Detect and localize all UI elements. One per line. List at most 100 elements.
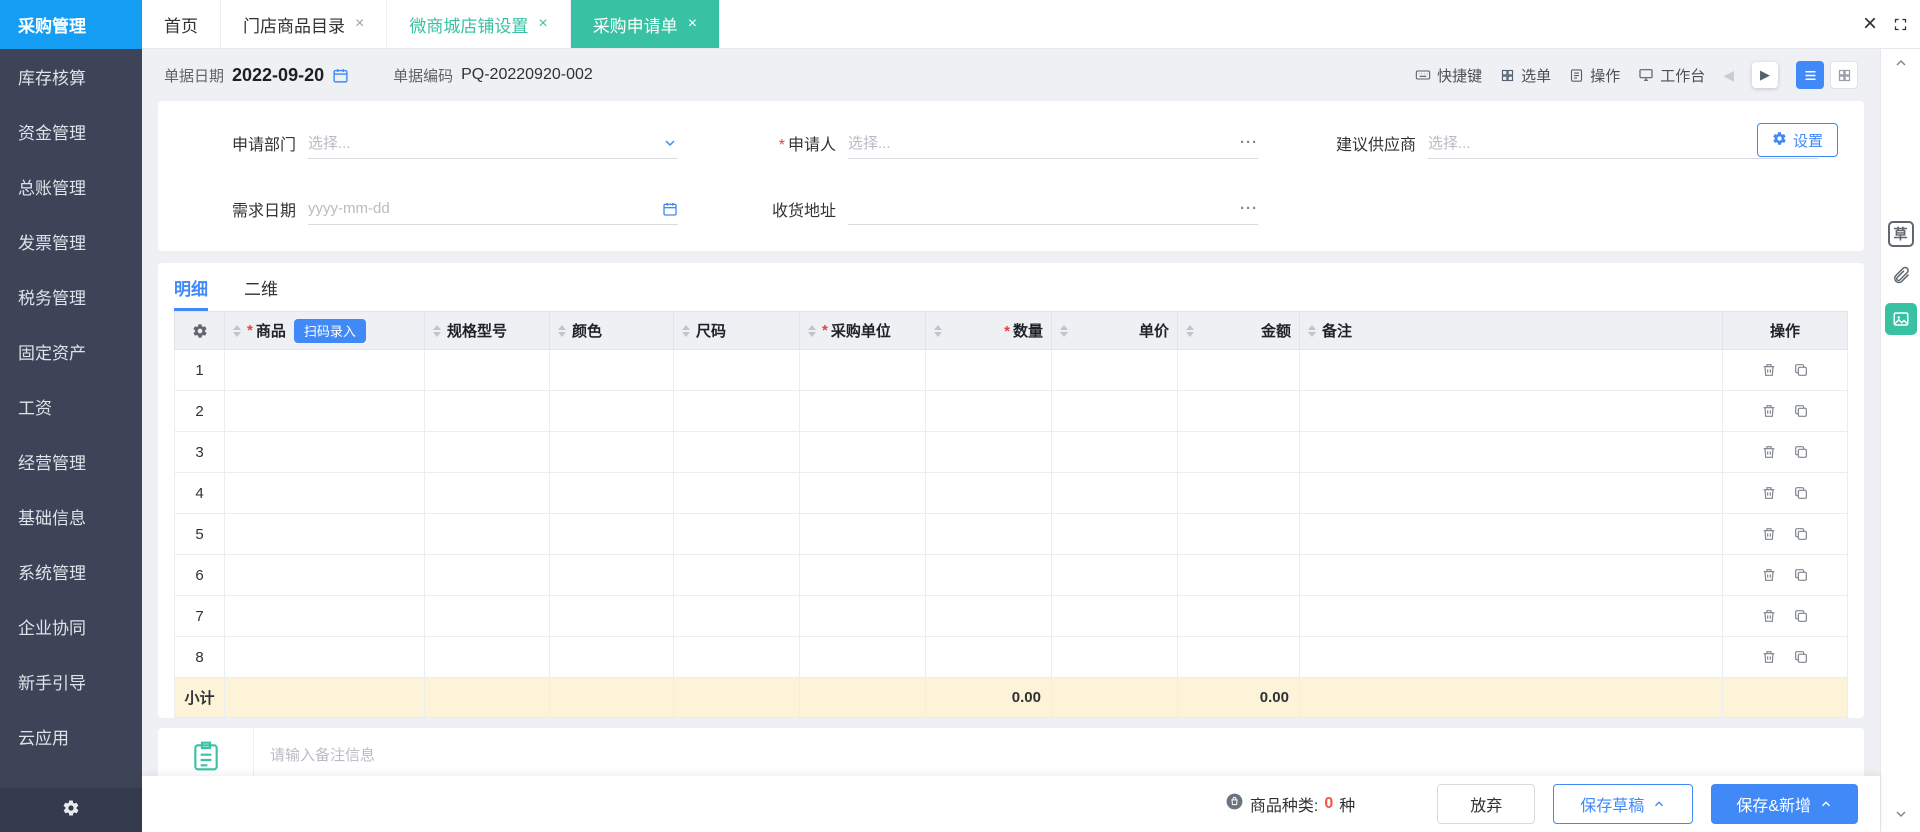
cell-amount[interactable]: [1177, 554, 1300, 596]
tab-matrix[interactable]: 二维: [244, 267, 278, 311]
page-tab[interactable]: 首页: [142, 0, 221, 48]
page-tab[interactable]: 采购申请单 ×: [570, 0, 721, 48]
cell-unit[interactable]: [799, 472, 926, 514]
delete-row-icon[interactable]: [1761, 362, 1777, 378]
tab-close-icon[interactable]: ×: [355, 15, 364, 33]
delete-row-icon[interactable]: [1761, 567, 1777, 583]
ellipsis-picker-icon[interactable]: ···: [1240, 134, 1258, 151]
sidebar-item[interactable]: 云应用: [0, 709, 142, 764]
scroll-down-icon[interactable]: [1893, 806, 1909, 822]
delete-row-icon[interactable]: [1761, 649, 1777, 665]
calendar-icon[interactable]: [332, 67, 349, 84]
cell-remark[interactable]: [1299, 349, 1723, 391]
sort-icon[interactable]: [433, 324, 441, 337]
sort-icon[interactable]: [808, 324, 816, 337]
cell-remark[interactable]: [1299, 472, 1723, 514]
cell-unit[interactable]: [799, 595, 926, 637]
delete-row-icon[interactable]: [1761, 444, 1777, 460]
sidebar-item[interactable]: 工资: [0, 379, 142, 434]
cell-price[interactable]: [1051, 636, 1178, 678]
copy-row-icon[interactable]: [1793, 362, 1809, 378]
card-view-toggle[interactable]: [1830, 61, 1858, 89]
settings-button[interactable]: 设置: [1756, 123, 1838, 157]
cell-amount[interactable]: [1177, 636, 1300, 678]
cell-color[interactable]: [549, 349, 674, 391]
operations-button[interactable]: 操作: [1569, 65, 1620, 86]
cell-qty[interactable]: [925, 472, 1052, 514]
cell-size[interactable]: [673, 554, 800, 596]
pick-list-button[interactable]: 选单: [1500, 65, 1551, 86]
cell-unit[interactable]: [799, 431, 926, 473]
cell-price[interactable]: [1051, 513, 1178, 555]
doc-code-value[interactable]: PQ-20220920-002: [461, 66, 593, 84]
sidebar-item[interactable]: 经营管理: [0, 434, 142, 489]
sidebar-item[interactable]: 新手引导: [0, 654, 142, 709]
copy-row-icon[interactable]: [1793, 485, 1809, 501]
shortcut-keys-button[interactable]: 快捷键: [1415, 65, 1482, 86]
close-icon[interactable]: ×: [1863, 12, 1877, 36]
sort-icon[interactable]: [558, 324, 566, 337]
sidebar-item[interactable]: 库存核算: [0, 49, 142, 104]
cell-qty[interactable]: [925, 554, 1052, 596]
tab-detail[interactable]: 明细: [174, 267, 208, 311]
cell-amount[interactable]: [1177, 595, 1300, 637]
sidebar-item[interactable]: 基础信息: [0, 489, 142, 544]
sort-icon[interactable]: [934, 324, 942, 337]
cell-product[interactable]: [224, 472, 425, 514]
cell-spec[interactable]: [424, 636, 550, 678]
tab-close-icon[interactable]: ×: [538, 15, 547, 33]
sidebar-item[interactable]: 系统管理: [0, 544, 142, 599]
copy-row-icon[interactable]: [1793, 567, 1809, 583]
scroll-up-icon[interactable]: [1893, 55, 1909, 71]
cell-size[interactable]: [673, 390, 800, 432]
cell-product[interactable]: [224, 636, 425, 678]
cell-price[interactable]: [1051, 554, 1178, 596]
cell-qty[interactable]: [925, 431, 1052, 473]
sidebar-item[interactable]: 采购管理: [0, 0, 142, 49]
cell-spec[interactable]: [424, 349, 550, 391]
cell-qty[interactable]: [925, 390, 1052, 432]
cell-remark[interactable]: [1299, 390, 1723, 432]
dept-input[interactable]: 选择...: [308, 127, 678, 159]
delete-row-icon[interactable]: [1761, 608, 1777, 624]
delete-row-icon[interactable]: [1761, 485, 1777, 501]
cell-amount[interactable]: [1177, 472, 1300, 514]
cell-product[interactable]: [224, 349, 425, 391]
cell-unit[interactable]: [799, 349, 926, 391]
cancel-button[interactable]: 放弃: [1437, 784, 1536, 824]
cell-product[interactable]: [224, 595, 425, 637]
delete-row-icon[interactable]: [1761, 403, 1777, 419]
doc-date-value[interactable]: 2022-09-20: [232, 65, 324, 86]
sidebar-item[interactable]: 税务管理: [0, 269, 142, 324]
remark-input[interactable]: [254, 728, 1864, 776]
cell-qty[interactable]: [925, 513, 1052, 555]
attachment-icon[interactable]: [1891, 265, 1911, 285]
cell-product[interactable]: [224, 390, 425, 432]
cell-remark[interactable]: [1299, 431, 1723, 473]
address-input[interactable]: ···: [848, 193, 1258, 225]
page-tab[interactable]: 门店商品目录 ×: [221, 0, 388, 48]
cell-size[interactable]: [673, 513, 800, 555]
cell-spec[interactable]: [424, 513, 550, 555]
copy-row-icon[interactable]: [1793, 403, 1809, 419]
cell-product[interactable]: [224, 554, 425, 596]
cell-remark[interactable]: [1299, 554, 1723, 596]
page-tab[interactable]: 微商城店铺设置 ×: [387, 0, 571, 48]
delete-row-icon[interactable]: [1761, 526, 1777, 542]
image-icon[interactable]: [1884, 303, 1917, 335]
sidebar-settings-button[interactable]: [0, 788, 142, 832]
workbench-button[interactable]: 工作台: [1638, 65, 1705, 86]
cell-spec[interactable]: [424, 595, 550, 637]
save-draft-button[interactable]: 保存草稿: [1553, 784, 1694, 824]
need-date-input[interactable]: yyyy-mm-dd: [308, 193, 678, 225]
cell-color[interactable]: [549, 431, 674, 473]
cell-remark[interactable]: [1299, 513, 1723, 555]
tab-close-icon[interactable]: ×: [688, 15, 697, 33]
applicant-input[interactable]: 选择... ···: [848, 127, 1258, 159]
cell-spec[interactable]: [424, 554, 550, 596]
sort-icon[interactable]: [1060, 324, 1068, 337]
cell-size[interactable]: [673, 431, 800, 473]
cell-size[interactable]: [673, 636, 800, 678]
cell-spec[interactable]: [424, 431, 550, 473]
fullscreen-icon[interactable]: [1893, 17, 1908, 32]
